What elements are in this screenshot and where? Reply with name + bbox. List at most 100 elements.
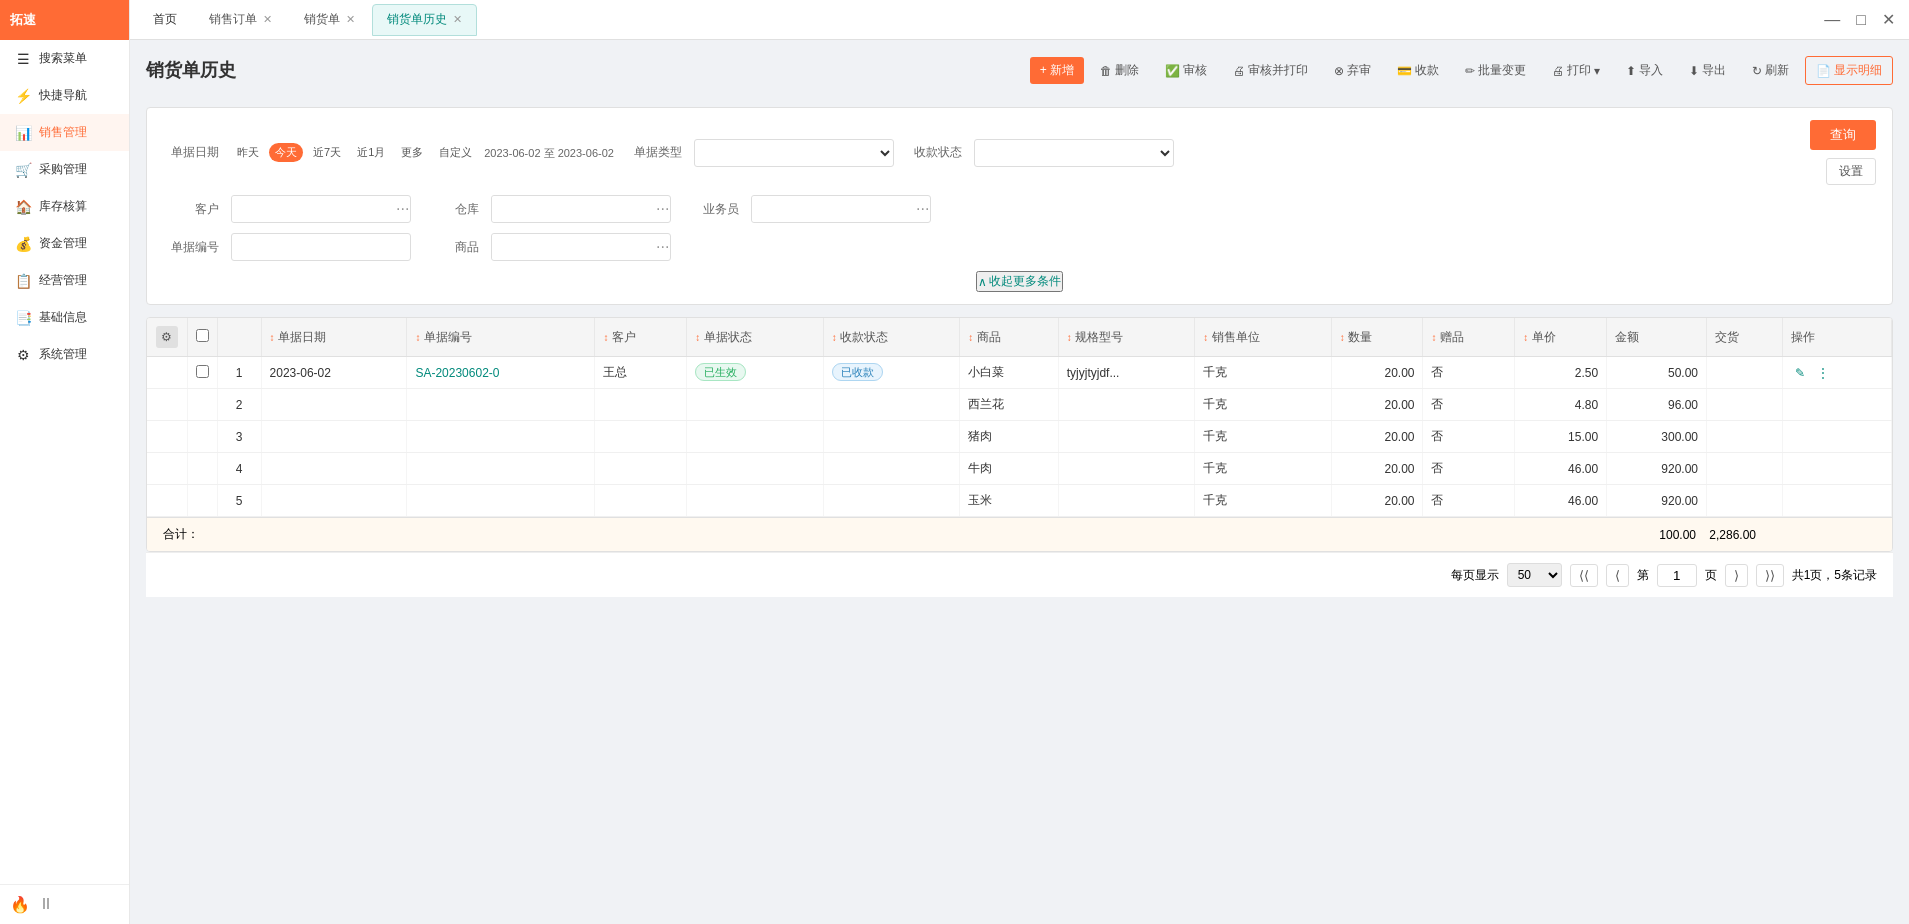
goods-picker-icon[interactable]: ··· [652, 238, 673, 256]
customer-label: 客户 [163, 201, 219, 218]
1month-btn[interactable]: 近1月 [351, 143, 391, 162]
import-icon: ⬆ [1626, 64, 1636, 78]
staff-input[interactable] [752, 196, 912, 222]
tab-sales-history[interactable]: 销货单历史 ✕ [372, 4, 477, 36]
query-button[interactable]: 查询 [1810, 120, 1876, 150]
tab-minimize-button[interactable]: — [1818, 9, 1846, 31]
sidebar-logo: 拓速 [0, 0, 129, 40]
select-all-checkbox[interactable] [196, 329, 209, 342]
sidebar-item-finance-mgmt[interactable]: 💰 资金管理 [0, 225, 129, 262]
tab-maximize-button[interactable]: □ [1850, 9, 1872, 31]
new-button[interactable]: + 新增 [1030, 57, 1084, 84]
audit-print-icon: 🖨 [1233, 64, 1245, 78]
page-prev-button[interactable]: ⟨ [1606, 564, 1629, 587]
7days-btn[interactable]: 近7天 [307, 143, 347, 162]
td-goods: 小白菜 [960, 357, 1059, 389]
yesterday-btn[interactable]: 昨天 [231, 143, 265, 162]
delete-button[interactable]: 🗑 删除 [1090, 57, 1149, 84]
td-docno [407, 389, 595, 421]
sidebar-item-sales-mgmt[interactable]: 📊 销售管理 [0, 114, 129, 151]
more-btn[interactable]: 更多 [395, 143, 429, 162]
batch-change-button[interactable]: ✏ 批量变更 [1455, 57, 1536, 84]
td-date [261, 389, 407, 421]
customer-picker-icon[interactable]: ··· [392, 200, 413, 218]
audit-button[interactable]: ✅ 审核 [1155, 57, 1217, 84]
sidebar-item-label: 经营管理 [39, 272, 87, 289]
td-price: 46.00 [1515, 453, 1607, 485]
th-gift[interactable]: ↕ 赠品 [1423, 318, 1515, 357]
warehouse-input[interactable] [492, 196, 652, 222]
setting-button[interactable]: 设置 [1826, 158, 1876, 185]
abandon-button[interactable]: ⊗ 弃审 [1324, 57, 1381, 84]
delete-icon: 🗑 [1100, 64, 1112, 78]
staff-picker-icon[interactable]: ··· [912, 200, 933, 218]
th-spec[interactable]: ↕ 规格型号 [1058, 318, 1194, 357]
audit-icon: ✅ [1165, 64, 1180, 78]
per-page-select[interactable]: 50 20 100 [1507, 563, 1562, 587]
page-last-button[interactable]: ⟩⟩ [1756, 564, 1784, 587]
page-first-button[interactable]: ⟨⟨ [1570, 564, 1598, 587]
page-label: 第 [1637, 567, 1649, 584]
date-label: 单据日期 [163, 144, 219, 161]
more-action-button[interactable]: ⋮ [1813, 364, 1833, 382]
td-customer: 王总 [595, 357, 687, 389]
date-quick-buttons: 昨天 今天 近7天 近1月 更多 自定义 [231, 143, 478, 162]
sidebar-footer-icon1[interactable]: 🔥 [10, 895, 30, 914]
th-goods[interactable]: ↕ 商品 [960, 318, 1059, 357]
sidebar-item-business-mgmt[interactable]: 📋 经营管理 [0, 262, 129, 299]
th-customer[interactable]: ↕ 客户 [595, 318, 687, 357]
td-customer [595, 389, 687, 421]
print-button[interactable]: 🖨 打印 ▾ [1542, 57, 1610, 84]
row-checkbox[interactable] [196, 365, 209, 378]
th-qty[interactable]: ↕ 数量 [1331, 318, 1423, 357]
sidebar-item-basic-info[interactable]: 📑 基础信息 [0, 299, 129, 336]
th-price[interactable]: ↕ 单价 [1515, 318, 1607, 357]
show-detail-button[interactable]: 📄 显示明细 [1805, 56, 1893, 85]
tab-home[interactable]: 首页 [138, 4, 192, 36]
total-label: 合计： [163, 526, 199, 543]
edit-action-button[interactable]: ✎ [1791, 364, 1809, 382]
export-button[interactable]: ⬇ 导出 [1679, 57, 1736, 84]
td-qty: 20.00 [1331, 453, 1423, 485]
doc-number-input[interactable] [231, 233, 411, 261]
tab-sales-order[interactable]: 销售订单 ✕ [194, 4, 287, 36]
customer-input[interactable] [232, 196, 392, 222]
import-button[interactable]: ⬆ 导入 [1616, 57, 1673, 84]
tab-close-all-button[interactable]: ✕ [1876, 8, 1901, 31]
custom-btn[interactable]: 自定义 [433, 143, 478, 162]
collect-button[interactable]: 💳 收款 [1387, 57, 1449, 84]
payment-status-select[interactable] [974, 139, 1174, 167]
td-payment [823, 485, 959, 517]
th-payment[interactable]: ↕ 收款状态 [823, 318, 959, 357]
th-docno[interactable]: ↕ 单据编号 [407, 318, 595, 357]
audit-print-button[interactable]: 🖨 审核并打印 [1223, 57, 1318, 84]
tab-close-sales-history[interactable]: ✕ [453, 13, 462, 26]
page-next-button[interactable]: ⟩ [1725, 564, 1748, 587]
sidebar-footer-icon2[interactable]: ⏸ [38, 895, 54, 914]
refresh-button[interactable]: ↻ 刷新 [1742, 57, 1799, 84]
sidebar-item-quick-nav[interactable]: ⚡ 快捷导航 [0, 77, 129, 114]
sidebar-item-sys-mgmt[interactable]: ⚙ 系统管理 [0, 336, 129, 373]
goods-input[interactable] [492, 234, 652, 260]
chevron-up-icon: ∧ [978, 275, 987, 289]
td-rownum: 3 [217, 421, 261, 453]
page-number-input[interactable] [1657, 564, 1697, 587]
sidebar-item-inventory[interactable]: 🏠 库存核算 [0, 188, 129, 225]
tab-close-sales-order[interactable]: ✕ [263, 13, 272, 26]
th-docstatus[interactable]: ↕ 单据状态 [687, 318, 823, 357]
td-spec [1058, 389, 1194, 421]
tab-close-sales-goods[interactable]: ✕ [346, 13, 355, 26]
sidebar-item-search-menu[interactable]: ☰ 搜索菜单 [0, 40, 129, 77]
collapse-filter-button[interactable]: ∧ 收起更多条件 [976, 271, 1063, 292]
warehouse-picker-icon[interactable]: ··· [652, 200, 673, 218]
today-btn[interactable]: 今天 [269, 143, 303, 162]
tab-sales-goods[interactable]: 销货单 ✕ [289, 4, 370, 36]
doc-type-select[interactable] [694, 139, 894, 167]
th-unit[interactable]: ↕ 销售单位 [1195, 318, 1331, 357]
td-gift: 否 [1423, 421, 1515, 453]
th-date[interactable]: ↕ 单据日期 [261, 318, 407, 357]
table-settings-icon[interactable]: ⚙ [156, 326, 178, 348]
sidebar-item-purchase-mgmt[interactable]: 🛒 采购管理 [0, 151, 129, 188]
sidebar-item-label: 库存核算 [39, 198, 87, 215]
doc-no-link[interactable]: SA-20230602-0 [415, 366, 499, 380]
